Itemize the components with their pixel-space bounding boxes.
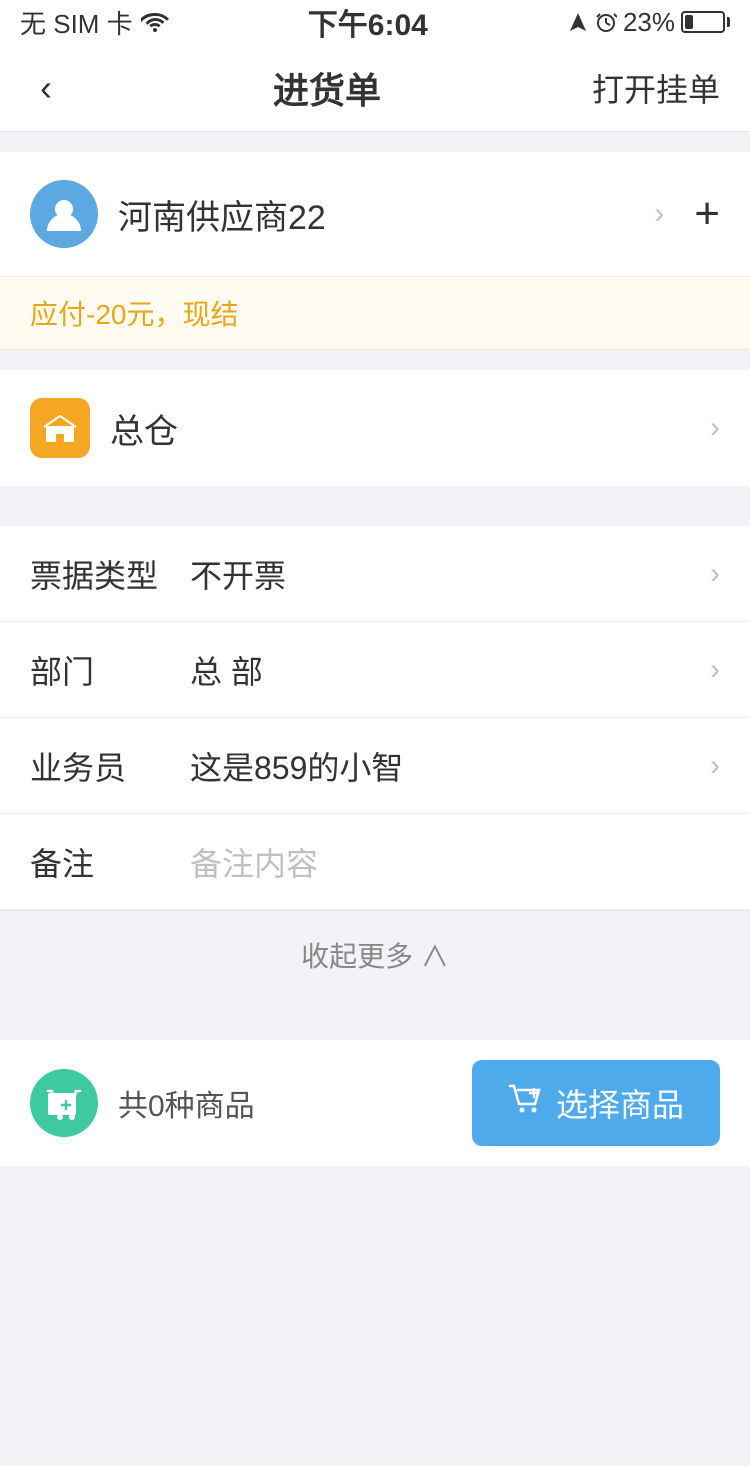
warehouse-row[interactable]: 总仓 › (0, 370, 750, 486)
supplier-card: 河南供应商22 › + 应付-20元，现结 (0, 152, 750, 350)
collapse-label: 收起更多 ∧ (301, 935, 449, 975)
collapse-row[interactable]: 收起更多 ∧ (0, 910, 750, 999)
status-right: 23% (567, 7, 730, 38)
cart-add-icon (508, 1084, 544, 1114)
section-gap-2 (0, 350, 750, 370)
person-icon (43, 193, 85, 235)
bottom-bar: 共0种商品 选择商品 (0, 1039, 750, 1166)
select-product-button[interactable]: 选择商品 (472, 1060, 720, 1146)
salesperson-label: 业务员 (30, 743, 170, 789)
salesperson-chevron: › (710, 749, 720, 783)
invoice-type-label: 票据类型 (30, 551, 170, 597)
warehouse-card: 总仓 › (0, 370, 750, 486)
cart-icon (44, 1083, 84, 1123)
department-value: 总 部 (190, 647, 710, 693)
form-section: 票据类型 不开票 › 部门 总 部 › 业务员 这是859的小智 › 备注 备注… (0, 526, 750, 999)
select-product-label: 选择商品 (556, 1080, 684, 1126)
location-icon (567, 11, 589, 33)
nav-bar: ‹ 进货单 打开挂单 (0, 44, 750, 132)
remark-label: 备注 (30, 839, 170, 885)
invoice-type-value: 不开票 (190, 551, 710, 597)
department-chevron: › (710, 653, 720, 687)
department-row[interactable]: 部门 总 部 › (0, 622, 750, 718)
department-label: 部门 (30, 647, 170, 693)
warehouse-icon (30, 398, 90, 458)
status-time: 下午6:04 (308, 0, 428, 44)
invoice-type-chevron: › (710, 557, 720, 591)
warehouse-chevron-icon: › (710, 411, 720, 445)
section-gap-3 (0, 486, 750, 506)
add-supplier-button[interactable]: + (694, 189, 720, 239)
alarm-icon (595, 11, 617, 33)
no-sim-text: 无 SIM 卡 (20, 4, 133, 41)
open-pending-button[interactable]: 打开挂单 (592, 65, 720, 111)
section-gap-1 (0, 132, 750, 152)
supplier-row[interactable]: 河南供应商22 › + (0, 152, 750, 277)
battery-indicator (681, 11, 730, 33)
page-title: 进货单 (273, 62, 381, 114)
supplier-avatar (30, 180, 98, 248)
remark-row[interactable]: 备注 备注内容 (0, 814, 750, 910)
status-bar: 无 SIM 卡 下午6:04 23% (0, 0, 750, 44)
supplier-name: 河南供应商22 (118, 190, 654, 239)
warehouse-building-icon (42, 410, 78, 446)
product-count: 共0种商品 (118, 1081, 472, 1125)
section-gap-4 (0, 999, 750, 1019)
product-icon (30, 1069, 98, 1137)
status-left: 无 SIM 卡 (20, 4, 169, 41)
remark-input[interactable]: 备注内容 (190, 839, 720, 885)
invoice-type-row[interactable]: 票据类型 不开票 › (0, 526, 750, 622)
wifi-icon (141, 12, 169, 32)
warehouse-name: 总仓 (110, 404, 710, 453)
supplier-alert: 应付-20元，现结 (0, 277, 750, 350)
select-product-icon (508, 1084, 544, 1122)
salesperson-row[interactable]: 业务员 这是859的小智 › (0, 718, 750, 814)
back-button[interactable]: ‹ (30, 57, 62, 119)
page-background (0, 1166, 750, 1466)
supplier-chevron-icon: › (654, 197, 664, 231)
battery-percent: 23% (623, 7, 675, 38)
salesperson-value: 这是859的小智 (190, 743, 710, 789)
